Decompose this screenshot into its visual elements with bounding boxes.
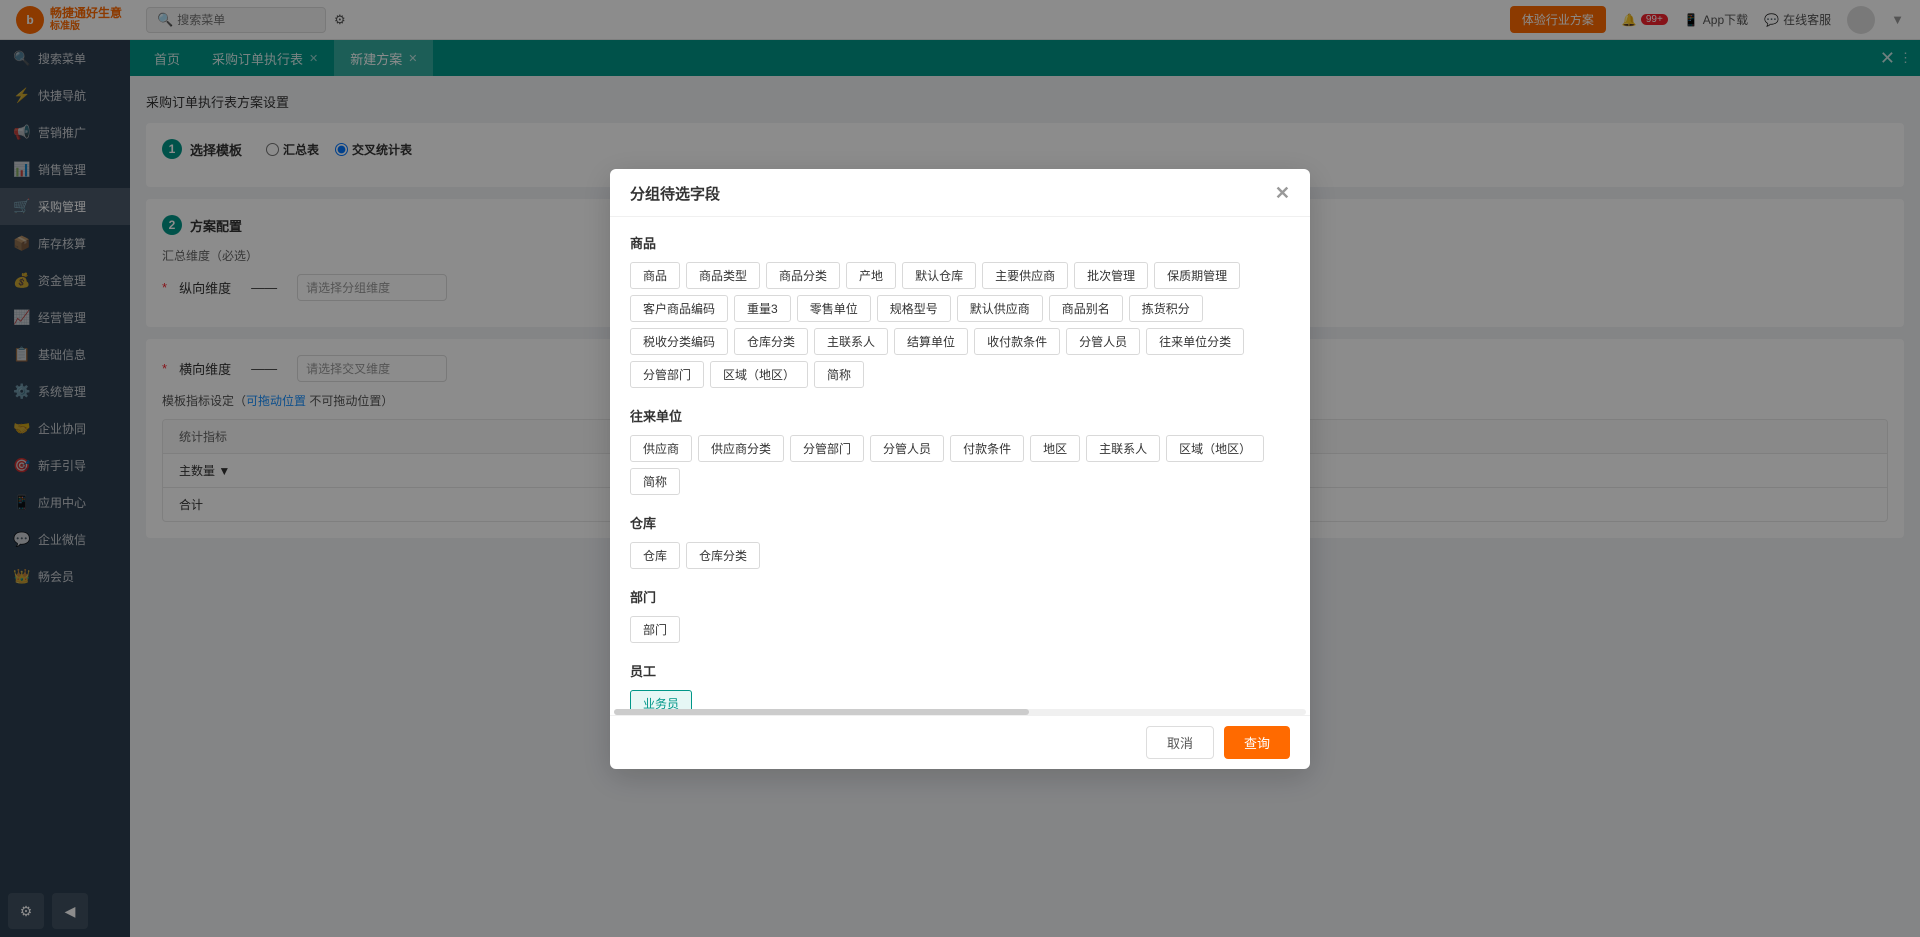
field-tag[interactable]: 分管人员 <box>870 435 944 462</box>
field-tag[interactable]: 仓库分类 <box>686 542 760 569</box>
field-tag[interactable]: 供应商 <box>630 435 692 462</box>
field-tag[interactable]: 商品别名 <box>1049 295 1123 322</box>
field-tag[interactable]: 分管人员 <box>1066 328 1140 355</box>
field-tag[interactable]: 仓库 <box>630 542 680 569</box>
product-fields: 商品 商品类型 商品分类 产地 默认仓库 主要供应商 批次管理 保质期管理 客户… <box>630 262 1290 388</box>
field-tag[interactable]: 收付款条件 <box>974 328 1060 355</box>
field-tag[interactable]: 往来单位分类 <box>1146 328 1244 355</box>
modal-cancel-btn[interactable]: 取消 <box>1146 726 1214 759</box>
section-warehouse-title: 仓库 <box>630 513 1290 532</box>
field-tag[interactable]: 简称 <box>814 361 864 388</box>
field-tag[interactable]: 结算单位 <box>894 328 968 355</box>
field-select-modal: 分组待选字段 ✕ 商品 商品 商品类型 商品分类 产地 默认仓库 主要供应商 批… <box>610 169 1310 769</box>
field-tag[interactable]: 规格型号 <box>877 295 951 322</box>
field-tag[interactable]: 主联系人 <box>1086 435 1160 462</box>
section-partner: 往来单位 供应商 供应商分类 分管部门 分管人员 付款条件 地区 主联系人 区域… <box>630 406 1290 495</box>
field-tag[interactable]: 批次管理 <box>1074 262 1148 289</box>
field-tag[interactable]: 商品 <box>630 262 680 289</box>
employee-fields: 业务员 <box>630 690 1290 709</box>
field-tag[interactable]: 主联系人 <box>814 328 888 355</box>
field-tag[interactable]: 重量3 <box>734 295 791 322</box>
modal-footer: 取消 查询 <box>610 715 1310 769</box>
section-dept-title: 部门 <box>630 587 1290 606</box>
section-product: 商品 商品 商品类型 商品分类 产地 默认仓库 主要供应商 批次管理 保质期管理… <box>630 233 1290 388</box>
field-tag[interactable]: 保质期管理 <box>1154 262 1240 289</box>
field-tag[interactable]: 区域（地区） <box>710 361 808 388</box>
modal-header: 分组待选字段 ✕ <box>610 169 1310 217</box>
field-tag[interactable]: 简称 <box>630 468 680 495</box>
modal-close-btn[interactable]: ✕ <box>1275 183 1290 204</box>
section-department: 部门 部门 <box>630 587 1290 643</box>
modal-overlay: 分组待选字段 ✕ 商品 商品 商品类型 商品分类 产地 默认仓库 主要供应商 批… <box>0 0 1920 937</box>
field-tag[interactable]: 默认供应商 <box>957 295 1043 322</box>
field-tag[interactable]: 部门 <box>630 616 680 643</box>
section-warehouse: 仓库 仓库 仓库分类 <box>630 513 1290 569</box>
modal-body: 商品 商品 商品类型 商品分类 产地 默认仓库 主要供应商 批次管理 保质期管理… <box>610 217 1310 709</box>
field-tag[interactable]: 税收分类编码 <box>630 328 728 355</box>
field-tag[interactable]: 产地 <box>846 262 896 289</box>
field-tag[interactable]: 拣货积分 <box>1129 295 1203 322</box>
section-product-title: 商品 <box>630 233 1290 252</box>
section-employee-title: 员工 <box>630 661 1290 680</box>
field-tag[interactable]: 供应商分类 <box>698 435 784 462</box>
modal-title: 分组待选字段 <box>630 183 720 204</box>
field-tag[interactable]: 商品类型 <box>686 262 760 289</box>
partner-fields: 供应商 供应商分类 分管部门 分管人员 付款条件 地区 主联系人 区域（地区） … <box>630 435 1290 495</box>
field-tag[interactable]: 付款条件 <box>950 435 1024 462</box>
field-tag[interactable]: 地区 <box>1030 435 1080 462</box>
section-partner-title: 往来单位 <box>630 406 1290 425</box>
field-tag[interactable]: 零售单位 <box>797 295 871 322</box>
field-tag[interactable]: 分管部门 <box>630 361 704 388</box>
section-employee: 员工 业务员 <box>630 661 1290 709</box>
dept-fields: 部门 <box>630 616 1290 643</box>
field-tag[interactable]: 分管部门 <box>790 435 864 462</box>
field-tag-employee[interactable]: 业务员 <box>630 690 692 709</box>
field-tag[interactable]: 仓库分类 <box>734 328 808 355</box>
modal-confirm-btn[interactable]: 查询 <box>1224 726 1290 759</box>
field-tag[interactable]: 默认仓库 <box>902 262 976 289</box>
field-tag[interactable]: 主要供应商 <box>982 262 1068 289</box>
warehouse-fields: 仓库 仓库分类 <box>630 542 1290 569</box>
field-tag[interactable]: 客户商品编码 <box>630 295 728 322</box>
field-tag[interactable]: 商品分类 <box>766 262 840 289</box>
field-tag[interactable]: 区域（地区） <box>1166 435 1264 462</box>
